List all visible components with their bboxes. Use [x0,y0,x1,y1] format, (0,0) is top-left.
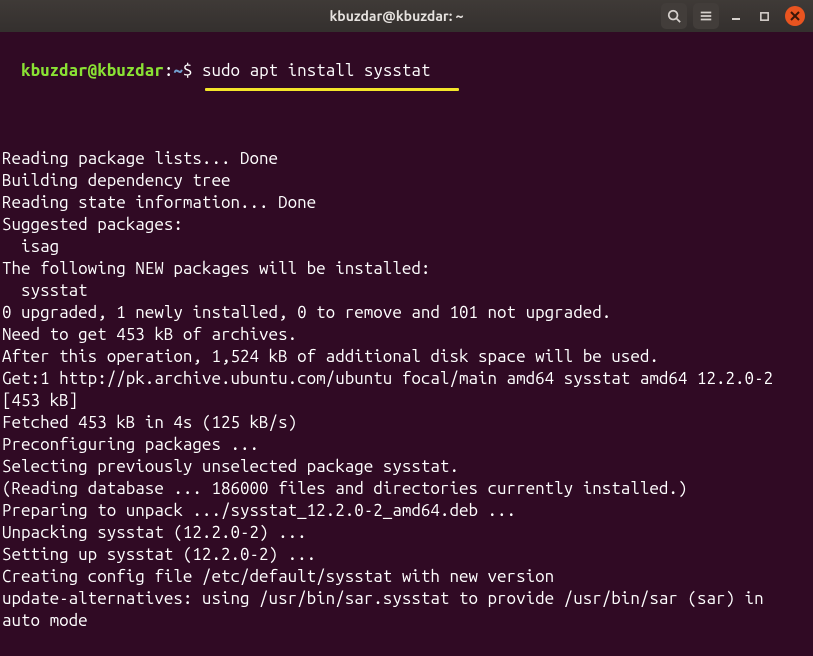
output-line: Creating config file /etc/default/syssta… [2,566,811,588]
prompt-colon: : [164,61,174,80]
output-line: Selecting previously unselected package … [2,456,811,478]
prompt-path: ~ [173,61,183,80]
output-line: Need to get 453 kB of archives. [2,324,811,346]
output-line: Building dependency tree [2,170,811,192]
output-line: Suggested packages: [2,214,811,236]
output-line: 0 upgraded, 1 newly installed, 0 to remo… [2,302,811,324]
output-line: isag [2,236,811,258]
close-button[interactable] [785,6,805,26]
highlight-underline [205,88,459,91]
command: sudo apt install sysstat [202,61,430,80]
output-line: sysstat [2,280,811,302]
prompt-user-host: kbuzdar@kbuzdar [21,61,164,80]
search-icon [667,9,681,23]
minimize-button[interactable] [725,5,747,27]
titlebar-controls [605,3,805,29]
maximize-button[interactable] [753,5,775,27]
output-line: Reading package lists... Done [2,148,811,170]
output-line: Reading state information... Done [2,192,811,214]
terminal-body[interactable]: kbuzdar@kbuzdar:~$ sudo apt install syss… [0,32,813,656]
prompt-line: kbuzdar@kbuzdar:~$ sudo apt install syss… [21,60,430,126]
search-button[interactable] [661,3,687,29]
output-line: Setting up sysstat (12.2.0-2) ... [2,544,811,566]
hamburger-icon [699,9,713,23]
window-titlebar: kbuzdar@kbuzdar: ~ [0,0,813,32]
output-line: Preconfiguring packages ... [2,434,811,456]
terminal-output: Reading package lists... DoneBuilding de… [2,148,811,632]
command-text [192,61,202,80]
output-line: The following NEW packages will be insta… [2,258,811,280]
output-line: Unpacking sysstat (12.2.0-2) ... [2,522,811,544]
maximize-icon [759,11,770,22]
output-line: Fetched 453 kB in 4s (125 kB/s) [2,412,811,434]
output-line: update-alternatives: using /usr/bin/sar.… [2,588,811,632]
output-line: Get:1 http://pk.archive.ubuntu.com/ubunt… [2,368,811,412]
output-line: Preparing to unpack .../sysstat_12.2.0-2… [2,500,811,522]
output-line: (Reading database ... 186000 files and d… [2,478,811,500]
minimize-icon [730,10,742,22]
window-title: kbuzdar@kbuzdar: ~ [188,5,605,27]
output-line: After this operation, 1,524 kB of additi… [2,346,811,368]
menu-button[interactable] [693,3,719,29]
close-icon [790,11,800,21]
